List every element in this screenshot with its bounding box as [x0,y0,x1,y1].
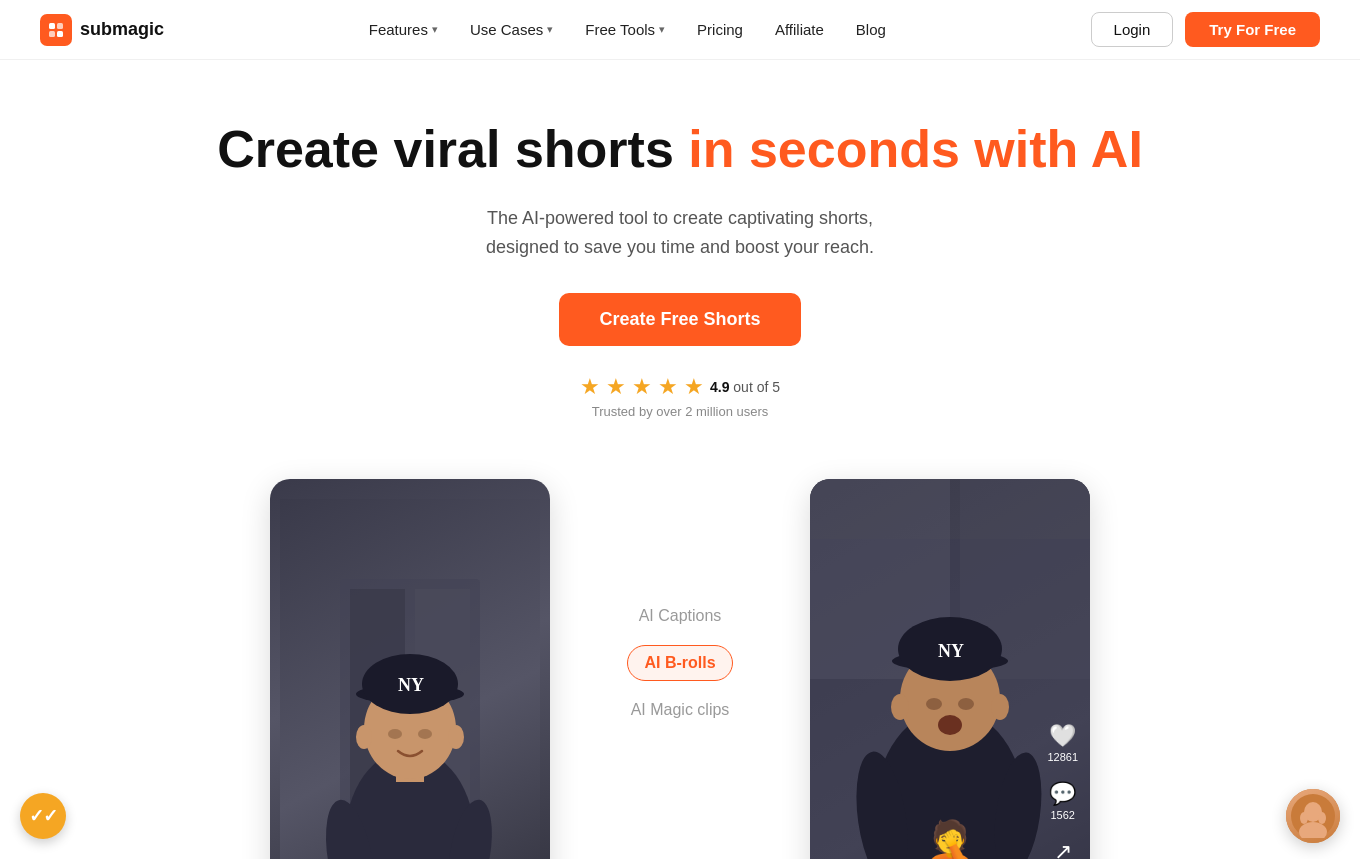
demo-section: NY [80,459,1280,859]
star-3: ★ [632,374,652,400]
like-count: 12861 [1047,751,1078,763]
logo[interactable]: submagic [40,14,164,46]
chat-icon: ✓✓ [29,805,57,827]
like-action[interactable]: 🤍 12861 [1047,723,1078,763]
heart-icon: 🤍 [1049,723,1076,749]
hero-title: Create viral shorts in seconds with AI [20,120,1340,180]
use-cases-chevron-icon: ▾ [547,23,553,36]
brand-name: submagic [80,19,164,40]
nav-affiliate[interactable]: Affiliate [761,13,838,46]
svg-text:NY: NY [938,641,964,661]
svg-text:NY: NY [398,675,424,695]
feature-ai-captions[interactable]: AI Captions [623,599,738,633]
svg-point-45 [1318,812,1326,824]
rating-section: ★ ★ ★ ★ ★ 4.9 out of 5 Trusted by over 2… [20,374,1340,419]
feature-ai-magic-clips[interactable]: AI Magic clips [615,693,746,727]
nav-blog[interactable]: Blog [842,13,900,46]
navbar: submagic Features ▾ Use Cases ▾ Free Too… [0,0,1360,60]
comment-icon: 💬 [1049,781,1076,807]
free-tools-chevron-icon: ▾ [659,23,665,36]
stars-row: ★ ★ ★ ★ ★ 4.9 out of 5 [580,374,780,400]
share-action[interactable]: ↗ 632 [1054,839,1072,859]
nav-links: Features ▾ Use Cases ▾ Free Tools ▾ Pric… [355,13,900,46]
svg-point-36 [926,698,942,710]
svg-point-44 [1300,812,1308,824]
svg-rect-0 [49,23,55,29]
svg-rect-1 [57,23,63,29]
right-phone-card: NY 🤦 YEAH [810,479,1090,859]
nav-free-tools[interactable]: Free Tools ▾ [571,13,679,46]
nav-use-cases[interactable]: Use Cases ▾ [456,13,567,46]
star-5: ★ [684,374,704,400]
features-list: AI Captions AI B-rolls AI Magic clips [590,479,770,727]
person-svg-left: NY [280,499,540,859]
hero-section: Create viral shorts in seconds with AI T… [0,60,1360,459]
svg-point-40 [991,694,1009,720]
star-1: ★ [580,374,600,400]
svg-point-21 [448,725,464,749]
support-avatar[interactable] [1286,789,1340,843]
comment-action[interactable]: 💬 1562 [1049,781,1076,821]
svg-rect-3 [57,31,63,37]
chat-widget[interactable]: ✓✓ [20,793,66,839]
svg-point-37 [958,698,974,710]
create-shorts-button[interactable]: Create Free Shorts [559,293,800,346]
nav-actions: Login Try For Free [1091,12,1320,47]
left-phone-card: NY [270,479,550,859]
share-icon: ↗ [1054,839,1072,859]
nav-pricing[interactable]: Pricing [683,13,757,46]
login-button[interactable]: Login [1091,12,1174,47]
logo-icon [40,14,72,46]
rating-score: 4.9 out of 5 [710,379,780,395]
svg-point-18 [388,729,402,739]
left-video: NY [270,479,550,859]
support-avatar-image [1286,789,1340,843]
star-2: ★ [606,374,626,400]
right-video: NY 🤦 YEAH [810,479,1090,859]
svg-rect-2 [49,31,55,37]
hero-subtitle: The AI-powered tool to create captivatin… [20,204,1340,262]
feature-ai-brolls[interactable]: AI B-rolls [627,645,732,681]
features-chevron-icon: ▾ [432,23,438,36]
svg-point-38 [938,715,962,735]
nav-features[interactable]: Features ▾ [355,13,452,46]
tiktok-actions: 🤍 12861 💬 1562 ↗ 632 [1047,723,1078,859]
svg-point-19 [418,729,432,739]
trusted-text: Trusted by over 2 million users [592,404,769,419]
svg-point-39 [891,694,909,720]
comment-count: 1562 [1050,809,1074,821]
svg-point-20 [356,725,372,749]
try-free-button[interactable]: Try For Free [1185,12,1320,47]
star-4: ★ [658,374,678,400]
